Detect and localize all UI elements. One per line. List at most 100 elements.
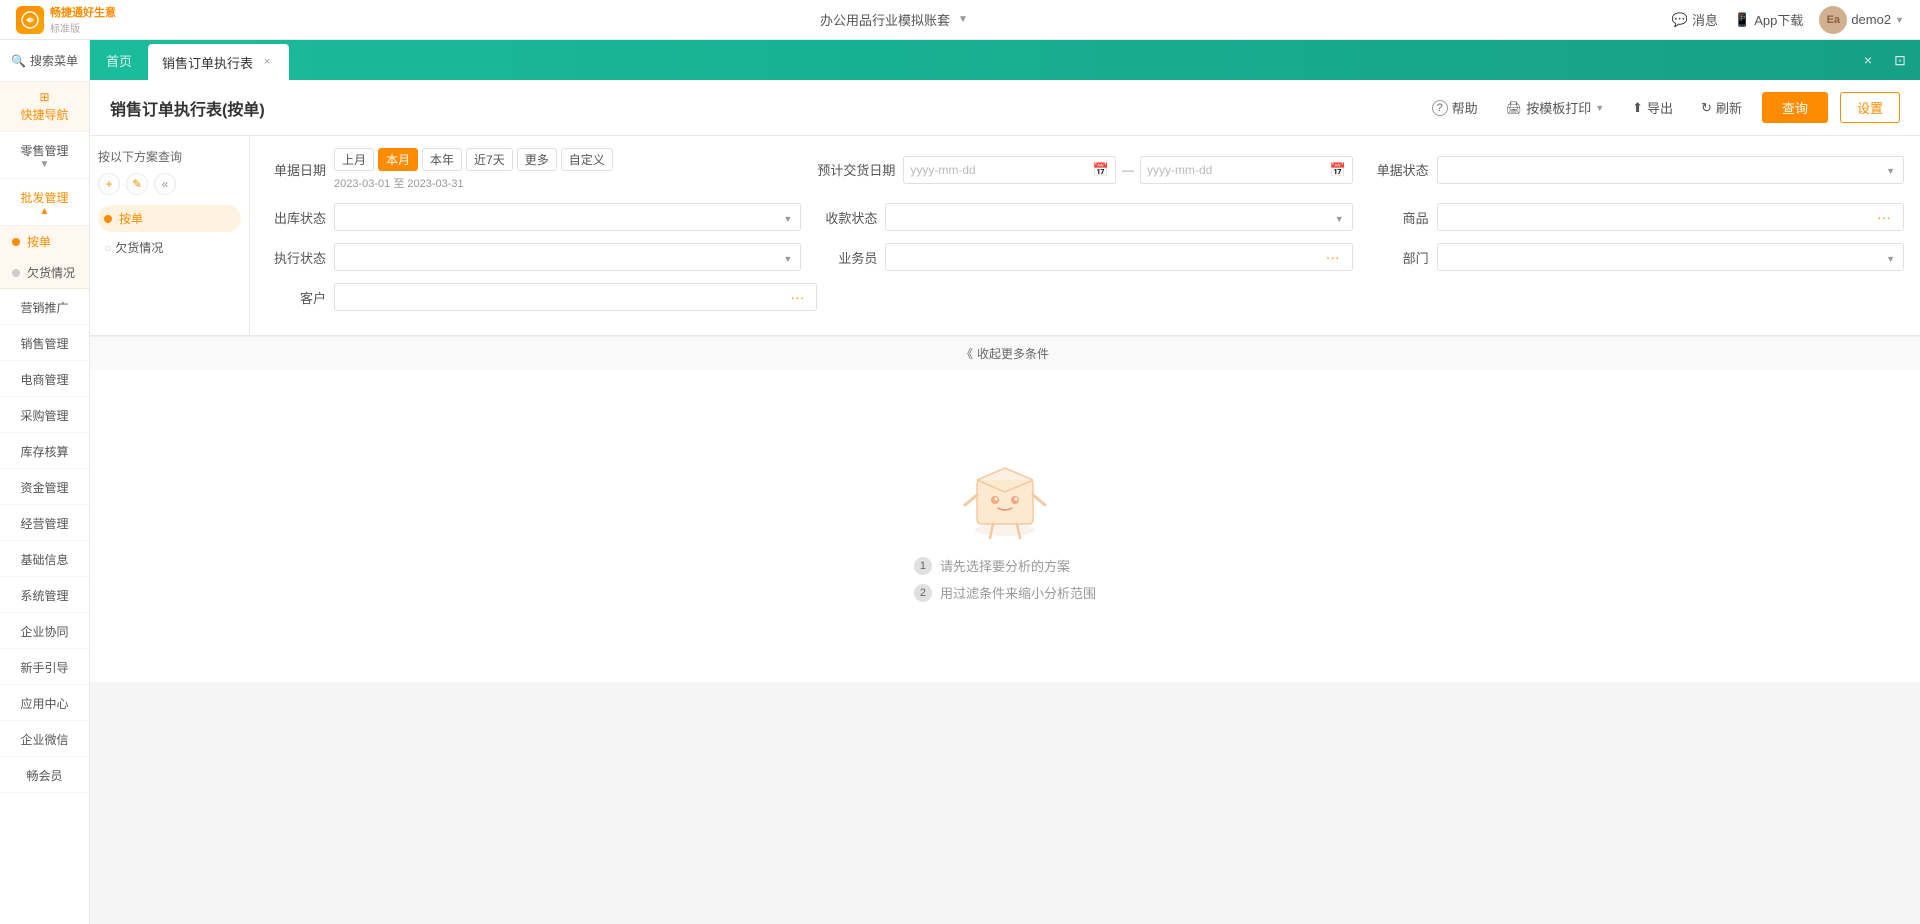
filter-sidebar: 按以下方案查询 + ✎ « [90,136,250,335]
breadcrumb-chevron[interactable]: ▼ [958,14,968,25]
add-scheme-button[interactable]: + [98,173,120,195]
date-quick-picks: 上月 本月 本年 近7天 更多 自定义 [334,148,801,171]
sidebar-item-marketing[interactable]: 营销推广 [0,289,89,325]
edit-icon: ✎ [132,177,142,191]
calendar-to-icon: 📅 [1329,162,1345,178]
sidebar-subitem-receivable[interactable]: 欠货情况 [0,257,89,288]
avatar: Ea [1819,6,1847,34]
product-select[interactable]: ··· [1437,203,1904,231]
sidebar-item-purchase[interactable]: 采购管理 [0,397,89,433]
sidebar-item-wholesale[interactable]: 批发管理 ▲ [0,179,89,226]
hint-num-2: 2 [914,584,932,602]
sidebar-search-area: 🔍 搜索菜单 [0,40,89,82]
customer-field: 客户 ··· [266,283,817,311]
page-title-bar: 销售订单执行表(按单) ? 帮助 🖨 按模板打印 ▼ ⬆ 导出 [90,80,1920,136]
date-quick-7days[interactable]: 近7天 [466,148,513,171]
close-window-button[interactable]: × [1856,48,1880,72]
help-button[interactable]: ? 帮助 [1424,94,1486,121]
product-dots[interactable]: ··· [1873,209,1895,225]
filter-form: 单据日期 上月 本月 本年 近7天 更多 自定义 20 [250,136,1920,335]
customer-label: 客户 [266,288,326,307]
sidebar-item-system[interactable]: 系统管理 [0,577,89,613]
refresh-button[interactable]: ↻ 刷新 [1693,94,1750,121]
payment-status-label: 收款状态 [817,208,877,227]
sidebar-item-operations[interactable]: 经营管理 [0,505,89,541]
sidebar-item-inventory[interactable]: 库存核算 [0,433,89,469]
expected-date-label: 预计交货日期 [817,160,895,179]
filter-row-1: 单据日期 上月 本月 本年 近7天 更多 自定义 20 [266,148,1904,191]
message-button[interactable]: 💬 消息 [1672,10,1718,29]
search-menu-button[interactable]: 🔍 搜索菜单 [6,48,83,73]
filter-sidebar-header: 按以下方案查询 [98,148,241,165]
expected-date-field: 预计交货日期 yyyy-mm-dd 📅 — yyyy-mm-dd 📅 [817,156,1352,184]
top-header: 畅捷通好生意 标准版 办公用品行业模拟账套 ▼ 💬 消息 📱 App下载 Ea … [0,0,1920,40]
order-status-label: 单据状态 [1369,160,1429,179]
tab-close-button[interactable]: × [259,54,275,70]
page-title-actions: ? 帮助 🖨 按模板打印 ▼ ⬆ 导出 ↻ 刷新 [1424,92,1900,123]
date-quick-more[interactable]: 更多 [517,148,557,171]
user-menu-chevron: ▼ [1895,15,1904,25]
sidebar-item-quick-nav[interactable]: ⊞ 快捷导航 [0,82,89,132]
print-icon: 🖨 [1506,100,1523,116]
shipment-status-chevron [783,210,792,225]
salesman-dots[interactable]: ··· [1322,249,1344,265]
sidebar-item-ecommerce[interactable]: 电商管理 [0,361,89,397]
logo-text: 畅捷通好生意 标准版 [50,4,116,35]
date-quick-last-month[interactable]: 上月 [334,148,374,171]
maximize-icon: ⊡ [1894,52,1906,69]
tab-home[interactable]: 首页 [90,40,148,80]
collapse-sidebar-button[interactable]: « [154,173,176,195]
collapse-more-button[interactable]: 《 收起更多条件 [90,336,1920,370]
sidebar-item-corpwechat[interactable]: 企业微信 [0,721,89,757]
shipment-status-label: 出库状态 [266,208,326,227]
empty-hint-2: 2 用过滤条件来缩小分析范围 [914,583,1096,602]
sidebar-item-appcenter[interactable]: 应用中心 [0,685,89,721]
payment-status-select[interactable] [885,203,1352,231]
expected-date-from[interactable]: yyyy-mm-dd 📅 [903,156,1116,184]
maximize-window-button[interactable]: ⊡ [1888,48,1912,72]
date-quick-custom[interactable]: 自定义 [561,148,613,171]
filter-panel: 按以下方案查询 + ✎ « [90,136,1920,336]
customer-dots[interactable]: ··· [786,289,808,305]
page-content: 销售订单执行表(按单) ? 帮助 🖨 按模板打印 ▼ ⬆ 导出 [90,80,1920,924]
filter-scheme-receivable[interactable]: ○ 欠货情况 [98,234,241,261]
print-button[interactable]: 🖨 按模板打印 ▼ [1498,94,1612,121]
product-label: 商品 [1369,208,1429,227]
app-download-button[interactable]: 📱 App下载 [1734,10,1803,29]
tab-bar-right: × ⊡ [1856,40,1920,80]
tab-sales-order[interactable]: 销售订单执行表 × [148,44,289,80]
tab-bar: 首页 销售订单执行表 × × ⊡ [90,40,1920,80]
sidebar-item-newuser[interactable]: 新手引导 [0,649,89,685]
sidebar-item-basic[interactable]: 基础信息 [0,541,89,577]
query-button[interactable]: 查询 [1762,92,1828,123]
user-menu-button[interactable]: Ea demo2 ▼ [1819,6,1904,34]
shipment-status-select[interactable] [334,203,801,231]
empty-state: 1 请先选择要分析的方案 2 用过滤条件来缩小分析范围 [90,370,1920,682]
sidebar-item-finance[interactable]: 资金管理 [0,469,89,505]
message-icon: 💬 [1672,12,1688,28]
filter-scheme-by-order[interactable]: 按单 [98,205,241,232]
export-button[interactable]: ⬆ 导出 [1624,94,1681,121]
filter-row-4: 客户 ··· [266,283,1904,311]
date-to-placeholder: yyyy-mm-dd [1147,163,1212,177]
expected-date-to[interactable]: yyyy-mm-dd 📅 [1140,156,1353,184]
edit-scheme-button[interactable]: ✎ [126,173,148,195]
sidebar-item-member[interactable]: 畅会员 [0,757,89,793]
sidebar-item-enterprise[interactable]: 企业协同 [0,613,89,649]
app-logo-icon [16,6,44,34]
date-quick-this-year[interactable]: 本年 [422,148,462,171]
sidebar-subitem-by-order[interactable]: 按单 [0,226,89,257]
exec-status-select[interactable] [334,243,801,271]
settings-button[interactable]: 设置 [1840,92,1900,123]
customer-select[interactable]: ··· [334,283,817,311]
order-status-select[interactable] [1437,156,1904,184]
search-icon: 🔍 [11,54,26,68]
salesman-select[interactable]: ··· [885,243,1352,271]
sidebar-item-sales[interactable]: 销售管理 [0,325,89,361]
hint-num-1: 1 [914,557,932,575]
dept-select[interactable] [1437,243,1904,271]
content-area: 首页 销售订单执行表 × × ⊡ 销售订单执行表(按单) [90,40,1920,924]
sidebar-item-retail[interactable]: 零售管理 ▼ [0,132,89,179]
date-quick-this-month[interactable]: 本月 [378,148,418,171]
exec-status-field: 执行状态 [266,243,801,271]
